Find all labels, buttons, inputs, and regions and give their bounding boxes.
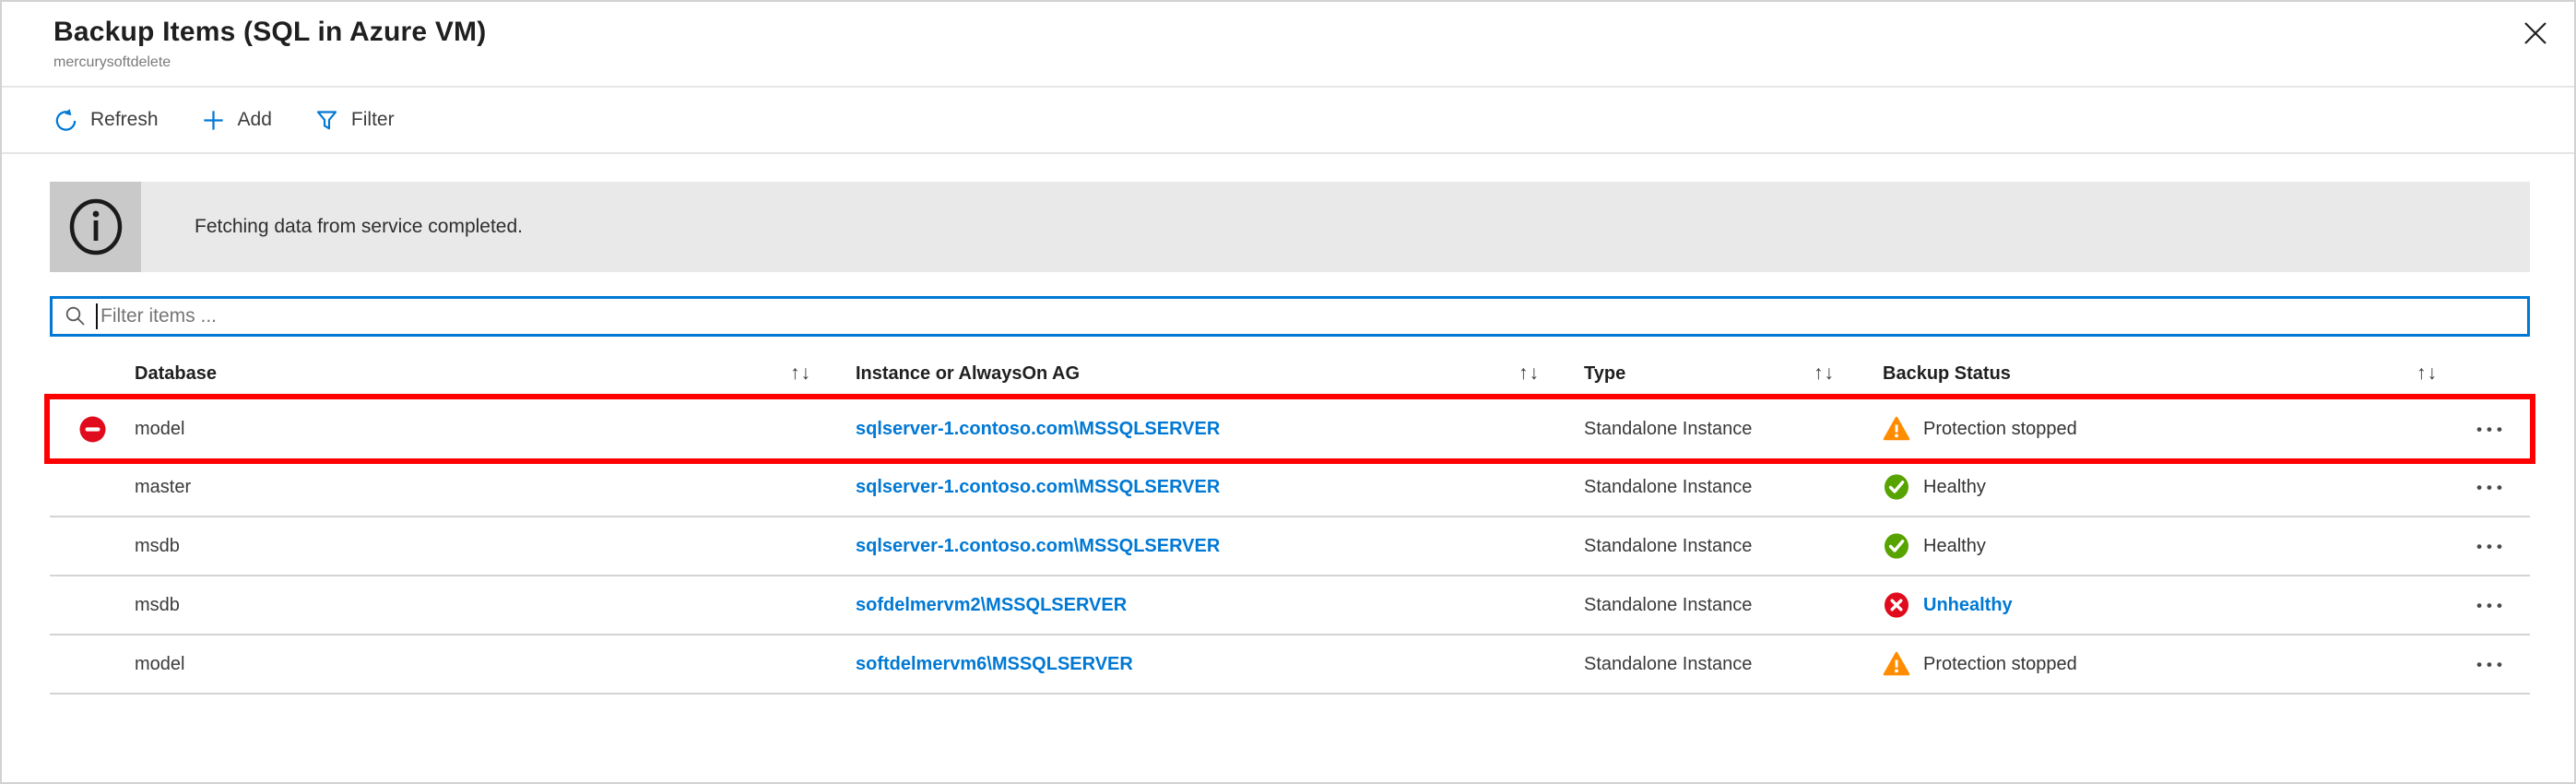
warning-icon	[1883, 650, 1910, 678]
table-row[interactable]: model softdelmervm6\MSSQLSERVER Standalo…	[50, 636, 2530, 695]
row-menu-button[interactable]: •••	[2468, 592, 2511, 619]
filter-button[interactable]: Filter	[314, 108, 395, 133]
backup-items-blade: Backup Items (SQL in Azure VM) mercuryso…	[0, 0, 2576, 784]
column-label: Instance or AlwaysOn AG	[856, 362, 1081, 384]
row-menu-button[interactable]: •••	[2468, 533, 2511, 560]
filter-items-box	[50, 296, 2530, 337]
text-caret	[96, 303, 98, 329]
database-cell: master	[135, 476, 192, 497]
row-left-icon-cell	[50, 415, 135, 444]
database-cell: model	[135, 653, 185, 674]
type-cell: Standalone Instance	[1584, 476, 1753, 497]
column-header-menu	[2449, 348, 2530, 399]
ellipsis-icon: •••	[2476, 420, 2507, 438]
type-cell: Standalone Instance	[1584, 594, 1753, 615]
type-cell: Standalone Instance	[1584, 535, 1753, 556]
table-row[interactable]: msdb sqlserver-1.contoso.com\MSSQLSERVER…	[50, 517, 2530, 576]
filter-icon	[314, 108, 339, 133]
column-header-backup-status[interactable]: Backup Status ↑↓	[1859, 348, 2449, 399]
type-cell: Standalone Instance	[1584, 653, 1753, 674]
column-header-instance[interactable]: Instance or AlwaysOn AG ↑↓	[835, 348, 1564, 399]
backup-status-cell: Healthy	[1859, 473, 2449, 501]
sort-icon[interactable]: ↑↓	[1814, 362, 1835, 385]
instance-link[interactable]: sqlserver-1.contoso.com\MSSQLSERVER	[856, 419, 1220, 439]
column-label: Type	[1584, 362, 1626, 384]
info-banner-icon-box	[50, 182, 141, 272]
info-banner: Fetching data from service completed.	[50, 182, 2530, 272]
refresh-button[interactable]: Refresh	[53, 108, 159, 133]
status-text: Protection stopped	[1923, 653, 2077, 674]
ellipsis-icon: •••	[2476, 596, 2507, 614]
close-button[interactable]	[2517, 15, 2554, 52]
sort-icon[interactable]: ↑↓	[790, 362, 811, 385]
sort-icon[interactable]: ↑↓	[1518, 362, 1540, 385]
backup-items-table: Database ↑↓ Instance or AlwaysOn AG ↑↓ T…	[50, 348, 2530, 695]
table-row[interactable]: model sqlserver-1.contoso.com\MSSQLSERVE…	[50, 399, 2530, 458]
row-menu-button[interactable]: •••	[2468, 651, 2511, 678]
column-header-type[interactable]: Type ↑↓	[1564, 348, 1859, 399]
type-cell: Standalone Instance	[1584, 418, 1753, 439]
add-label: Add	[237, 109, 272, 130]
ellipsis-icon: •••	[2476, 537, 2507, 555]
instance-link[interactable]: sqlserver-1.contoso.com\MSSQLSERVER	[856, 536, 1220, 556]
blade-header: Backup Items (SQL in Azure VM) mercuryso…	[2, 2, 2574, 86]
page-title: Backup Items (SQL in Azure VM)	[53, 17, 487, 47]
ellipsis-icon: •••	[2476, 478, 2507, 496]
column-label: Database	[135, 362, 217, 384]
instance-link[interactable]: sqlserver-1.contoso.com\MSSQLSERVER	[856, 477, 1220, 497]
ellipsis-icon: •••	[2476, 655, 2507, 673]
backup-status-cell: Unhealthy	[1859, 591, 2449, 619]
add-icon	[201, 108, 226, 133]
toolbar-divider	[2, 152, 2574, 154]
search-icon	[64, 304, 96, 328]
database-cell: msdb	[135, 594, 180, 615]
toolbar: Refresh Add Filter	[2, 88, 2574, 152]
search-input[interactable]	[100, 299, 2516, 334]
database-cell: model	[135, 418, 185, 439]
info-icon	[68, 198, 124, 255]
status-text: Healthy	[1923, 535, 1986, 556]
backup-status-cell: Protection stopped	[1859, 650, 2449, 678]
database-cell: msdb	[135, 535, 180, 556]
status-text: Protection stopped	[1923, 418, 2077, 439]
close-icon	[2522, 19, 2549, 47]
refresh-label: Refresh	[90, 109, 159, 130]
column-label: Backup Status	[1883, 362, 2011, 384]
column-header-database[interactable]: Database ↑↓	[135, 348, 835, 399]
blocked-icon	[78, 415, 107, 444]
row-menu-button[interactable]: •••	[2468, 474, 2511, 501]
page-subtitle: mercurysoftdelete	[53, 54, 171, 70]
warning-icon	[1883, 415, 1910, 443]
refresh-icon	[53, 108, 78, 133]
instance-link[interactable]: sofdelmervm2\MSSQLSERVER	[856, 595, 1127, 615]
status-text[interactable]: Unhealthy	[1923, 595, 2013, 616]
table-row[interactable]: master sqlserver-1.contoso.com\MSSQLSERV…	[50, 458, 2530, 517]
sort-icon[interactable]: ↑↓	[2416, 362, 2438, 385]
table-header-row: Database ↑↓ Instance or AlwaysOn AG ↑↓ T…	[50, 348, 2530, 399]
column-header-icon	[50, 348, 135, 399]
healthy-icon	[1883, 473, 1910, 501]
banner-message: Fetching data from service completed.	[195, 216, 523, 237]
filter-label: Filter	[350, 109, 395, 130]
row-menu-button[interactable]: •••	[2468, 416, 2511, 443]
table-row[interactable]: msdb sofdelmervm2\MSSQLSERVER Standalone…	[50, 576, 2530, 636]
add-button[interactable]: Add	[201, 108, 272, 133]
backup-status-cell: Healthy	[1859, 532, 2449, 560]
healthy-icon	[1883, 532, 1910, 560]
status-text: Healthy	[1923, 476, 1986, 497]
unhealthy-icon	[1883, 591, 1910, 619]
instance-link[interactable]: softdelmervm6\MSSQLSERVER	[856, 654, 1133, 674]
backup-status-cell: Protection stopped	[1859, 415, 2449, 443]
